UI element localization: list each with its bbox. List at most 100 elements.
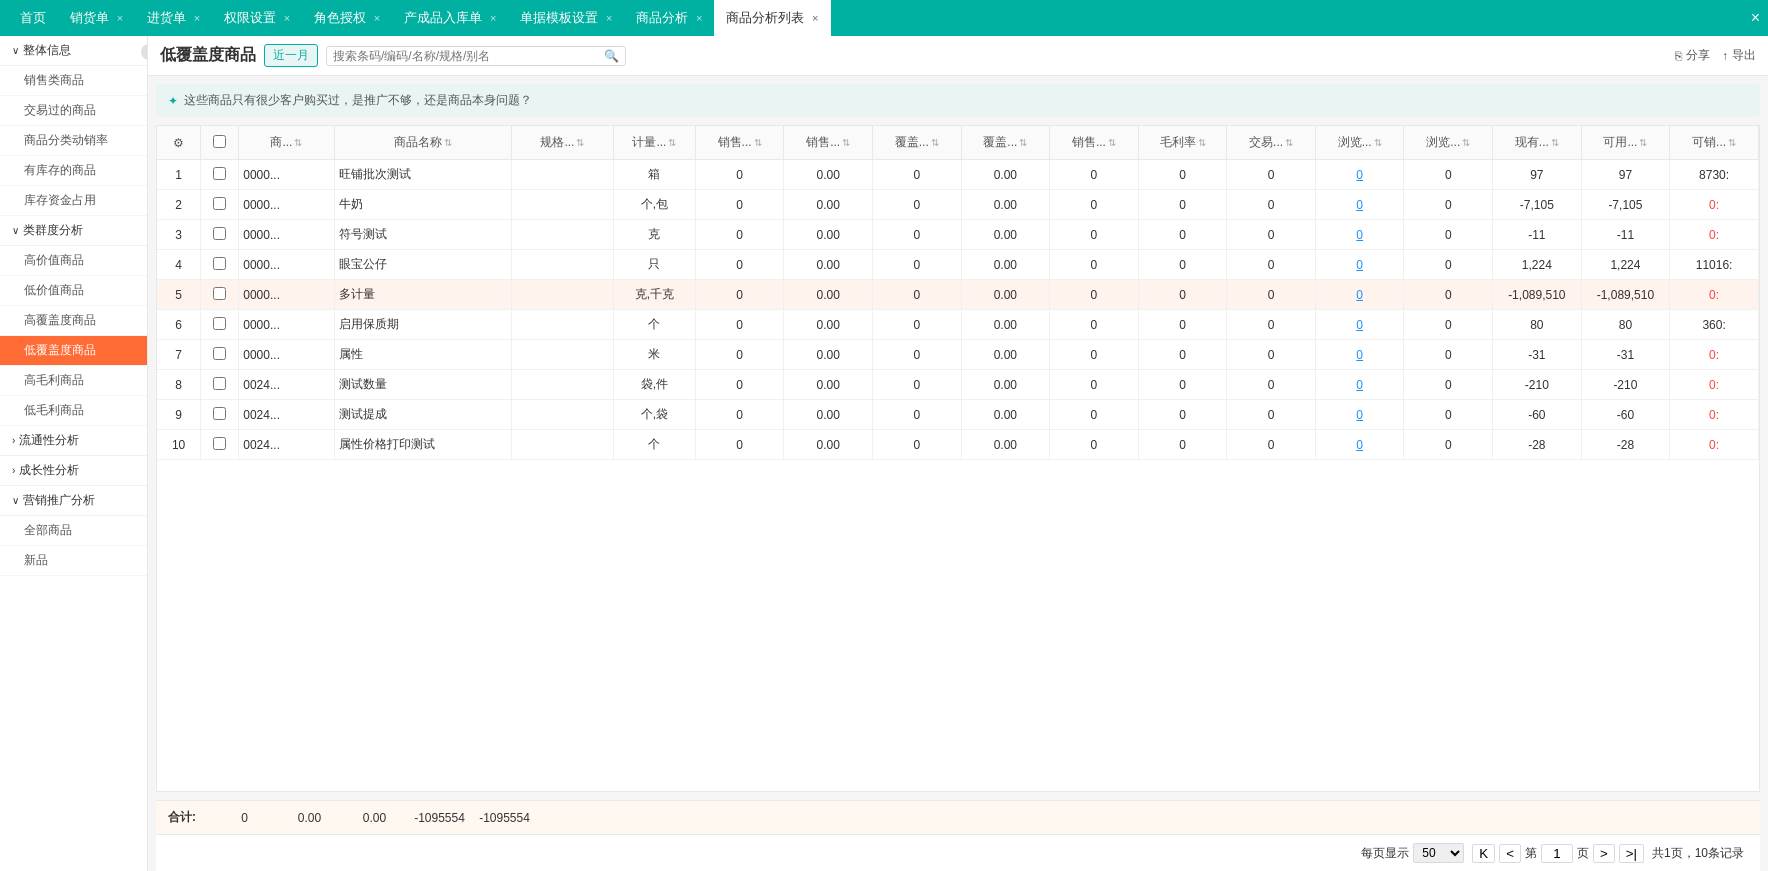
sidebar-item-high-coverage[interactable]: 高覆盖度商品 (0, 306, 147, 336)
th-available[interactable]: 可用...⇅ (1581, 126, 1670, 160)
close-analysis-list-icon[interactable]: × (812, 12, 818, 24)
close-analysis-icon[interactable]: × (696, 12, 702, 24)
sidebar-section-circulation[interactable]: › 流通性分析 (0, 426, 147, 456)
share-button[interactable]: ⎘ 分享 (1675, 47, 1710, 64)
table-container[interactable]: ⚙ 商...⇅ 商品名称⇅ 规格...⇅ 计量...⇅ 销售...⇅ 销售...… (156, 125, 1760, 792)
row-browse1[interactable]: 0 (1315, 220, 1404, 250)
window-close-button[interactable]: × (1751, 9, 1760, 27)
row-checkbox[interactable] (201, 280, 239, 310)
sidebar-item-low-margin[interactable]: 低毛利商品 (0, 396, 147, 426)
search-icon[interactable]: 🔍 (604, 49, 619, 63)
nav-template[interactable]: 单据模板设置 × (508, 0, 624, 36)
row-checkbox[interactable] (201, 430, 239, 460)
sidebar-item-all-goods[interactable]: 全部商品 (0, 516, 147, 546)
row-checkbox[interactable] (201, 190, 239, 220)
row-browse1[interactable]: 0 (1315, 190, 1404, 220)
row-checkbox[interactable] (201, 160, 239, 190)
row-unit: 只 (614, 250, 696, 280)
close-template-icon[interactable]: × (606, 12, 612, 24)
export-button[interactable]: ↑ 导出 (1722, 47, 1756, 64)
row-select-checkbox[interactable] (213, 167, 226, 180)
th-sellable[interactable]: 可销...⇅ (1670, 126, 1759, 160)
th-browse1[interactable]: 浏览...⇅ (1315, 126, 1404, 160)
sidebar-item-category-rate[interactable]: 商品分类动销率 (0, 126, 147, 156)
th-sales3[interactable]: 销售...⇅ (1050, 126, 1139, 160)
row-browse1[interactable]: 0 (1315, 280, 1404, 310)
sidebar-item-traded-goods[interactable]: 交易过的商品 (0, 96, 147, 126)
th-current-stock[interactable]: 现有...⇅ (1493, 126, 1582, 160)
sidebar-section-overall[interactable]: ∨ 整体信息 (0, 36, 147, 66)
row-browse1[interactable]: 0 (1315, 310, 1404, 340)
prev-page-button[interactable]: < (1499, 844, 1521, 863)
sidebar-item-low-value[interactable]: 低价值商品 (0, 276, 147, 306)
close-products-icon[interactable]: × (490, 12, 496, 24)
close-roles-icon[interactable]: × (374, 12, 380, 24)
table-body: 1 0000... 旺铺批次测试 箱 0 0.00 0 0.00 0 0 0 0… (157, 160, 1759, 460)
sidebar-item-low-coverage[interactable]: 低覆盖度商品 (0, 336, 147, 366)
row-select-checkbox[interactable] (213, 197, 226, 210)
row-browse1[interactable]: 0 (1315, 400, 1404, 430)
row-select-checkbox[interactable] (213, 347, 226, 360)
th-coverage2[interactable]: 覆盖...⇅ (961, 126, 1050, 160)
settings-icon[interactable]: ⚙ (173, 136, 184, 150)
nav-products[interactable]: 产成品入库单 × (392, 0, 508, 36)
th-name[interactable]: 商品名称⇅ (334, 126, 511, 160)
nav-analysis-list[interactable]: 商品分析列表 × (714, 0, 830, 36)
nav-sales[interactable]: 销货单 × (58, 0, 135, 36)
sidebar-section-growth[interactable]: › 成长性分析 (0, 456, 147, 486)
page-number-input[interactable] (1541, 844, 1573, 863)
next-page-button[interactable]: > (1593, 844, 1615, 863)
search-input[interactable] (333, 49, 604, 63)
row-select-checkbox[interactable] (213, 377, 226, 390)
row-browse1[interactable]: 0 (1315, 160, 1404, 190)
row-select-checkbox[interactable] (213, 227, 226, 240)
th-browse2[interactable]: 浏览...⇅ (1404, 126, 1493, 160)
row-select-checkbox[interactable] (213, 437, 226, 450)
th-code[interactable]: 商...⇅ (239, 126, 334, 160)
sidebar-item-capital[interactable]: 库存资金占用 (0, 186, 147, 216)
sidebar-section-cluster[interactable]: ∨ 类群度分析 (0, 216, 147, 246)
date-filter-button[interactable]: 近一月 (264, 44, 318, 67)
row-checkbox[interactable] (201, 310, 239, 340)
th-coverage1[interactable]: 覆盖...⇅ (872, 126, 961, 160)
sidebar-item-new-goods[interactable]: 新品 (0, 546, 147, 576)
row-select-checkbox[interactable] (213, 287, 226, 300)
sidebar-item-high-margin[interactable]: 高毛利商品 (0, 366, 147, 396)
row-select-checkbox[interactable] (213, 317, 226, 330)
last-page-button[interactable]: >| (1619, 844, 1644, 863)
th-check[interactable] (201, 126, 239, 160)
th-sales-amt[interactable]: 销售...⇅ (784, 126, 873, 160)
th-settings[interactable]: ⚙ (157, 126, 201, 160)
nav-roles[interactable]: 角色授权 × (302, 0, 392, 36)
row-checkbox[interactable] (201, 250, 239, 280)
close-purchase-icon[interactable]: × (194, 12, 200, 24)
th-spec[interactable]: 规格...⇅ (511, 126, 613, 160)
row-checkbox[interactable] (201, 340, 239, 370)
th-gross-margin[interactable]: 毛利率⇅ (1138, 126, 1227, 160)
th-trade[interactable]: 交易...⇅ (1227, 126, 1316, 160)
th-sales-qty[interactable]: 销售...⇅ (695, 126, 784, 160)
sidebar-item-stocked-goods[interactable]: 有库存的商品 (0, 156, 147, 186)
row-browse1[interactable]: 0 (1315, 340, 1404, 370)
row-checkbox[interactable] (201, 400, 239, 430)
close-sales-icon[interactable]: × (117, 12, 123, 24)
sidebar-item-sales-goods[interactable]: 销售类商品 (0, 66, 147, 96)
first-page-button[interactable]: K (1472, 844, 1495, 863)
nav-permissions[interactable]: 权限设置 × (212, 0, 302, 36)
nav-purchase[interactable]: 进货单 × (135, 0, 212, 36)
row-browse1[interactable]: 0 (1315, 430, 1404, 460)
select-all-checkbox[interactable] (213, 135, 226, 148)
nav-home[interactable]: 首页 (8, 0, 58, 36)
sidebar-item-high-value[interactable]: 高价值商品 (0, 246, 147, 276)
sidebar-section-marketing[interactable]: ∨ 营销推广分析 (0, 486, 147, 516)
row-browse1[interactable]: 0 (1315, 370, 1404, 400)
row-select-checkbox[interactable] (213, 407, 226, 420)
row-checkbox[interactable] (201, 370, 239, 400)
row-checkbox[interactable] (201, 220, 239, 250)
row-browse1[interactable]: 0 (1315, 250, 1404, 280)
row-select-checkbox[interactable] (213, 257, 226, 270)
close-permissions-icon[interactable]: × (284, 12, 290, 24)
per-page-select[interactable]: 20 50 100 (1413, 843, 1464, 863)
th-unit[interactable]: 计量...⇅ (614, 126, 696, 160)
nav-analysis[interactable]: 商品分析 × (624, 0, 714, 36)
